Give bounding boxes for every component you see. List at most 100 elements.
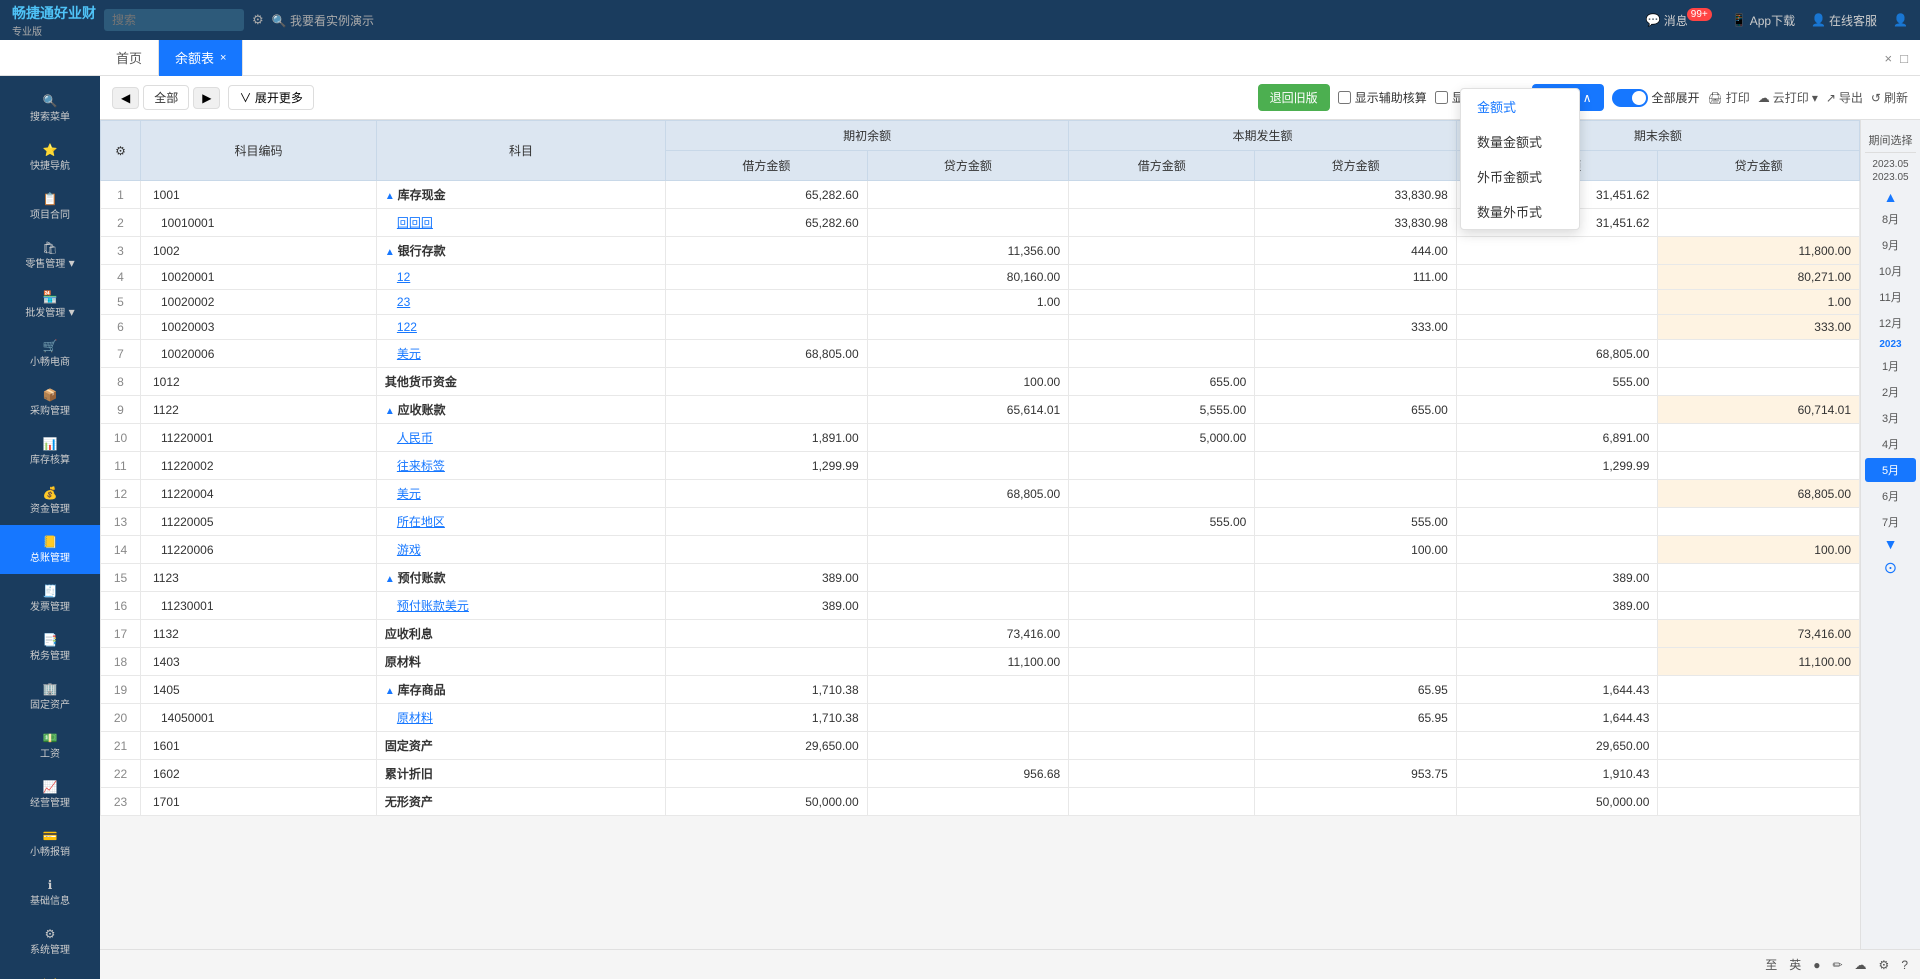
month-6[interactable]: 6月 xyxy=(1865,484,1916,508)
cell-credit-open xyxy=(867,704,1069,732)
cell-debit-open xyxy=(666,648,868,676)
expand-more-btn[interactable]: ∨ 展开更多 xyxy=(228,85,313,110)
cell-name[interactable]: 美元 xyxy=(376,480,665,508)
cell-code: 1122 xyxy=(141,396,377,424)
cell-debit-end: 1,299.99 xyxy=(1456,452,1658,480)
sidebar-item-enterprise[interactable]: 🤝企业协同 xyxy=(0,966,100,979)
sidebar-item-project[interactable]: 📋项目合同 xyxy=(0,182,100,231)
month-5[interactable]: 5月 xyxy=(1865,458,1916,482)
cell-debit-open xyxy=(666,368,868,396)
sidebar-item-system[interactable]: ⚙系统管理 xyxy=(0,917,100,966)
cell-debit-cur xyxy=(1069,181,1255,209)
sidebar-quick-nav[interactable]: ⭐快捷导航 xyxy=(0,133,100,182)
auxiliary-checkbox-label[interactable]: 显示辅助核算 xyxy=(1338,89,1427,106)
cloud-print-btn[interactable]: ☁ 云打印 ▾ xyxy=(1758,89,1818,106)
print-btn[interactable]: 🖨 打印 xyxy=(1708,89,1750,106)
nav-next-btn[interactable]: ▶ xyxy=(193,87,220,109)
sidebar-item-purchase[interactable]: 📦采购管理 xyxy=(0,378,100,427)
window-close-icon[interactable]: × xyxy=(1885,51,1893,66)
month-10[interactable]: 10月 xyxy=(1865,259,1916,283)
cell-name[interactable]: 回回回 xyxy=(376,209,665,237)
sidebar-item-salary[interactable]: 💵工资 xyxy=(0,721,100,770)
demo-link[interactable]: 🔍 我要看实例演示 xyxy=(272,12,374,29)
messages-btn[interactable]: 💬 消息 99+ xyxy=(1646,12,1716,29)
month-4[interactable]: 4月 xyxy=(1865,432,1916,456)
month-8[interactable]: 8月 xyxy=(1865,207,1916,231)
sidebar-item-tax[interactable]: 📑税务管理 xyxy=(0,623,100,672)
status-item-5[interactable]: ⚙ xyxy=(1879,958,1890,972)
cell-name[interactable]: 所在地区 xyxy=(376,508,665,536)
cell-name[interactable]: 预付账款美元 xyxy=(376,592,665,620)
cell-no: 7 xyxy=(101,340,141,368)
th-current-period: 本期发生额 xyxy=(1069,121,1457,151)
sidebar-item-ecommerce[interactable]: 🛒小畅电商 xyxy=(0,329,100,378)
dropdown-item-amount[interactable]: 金额式 xyxy=(1461,89,1579,124)
tab-close-icon[interactable]: × xyxy=(220,52,226,64)
cell-name[interactable]: 往来标签 xyxy=(376,452,665,480)
th-credit-open: 贷方金额 xyxy=(867,151,1069,181)
sidebar-item-assets[interactable]: 🏢固定资产 xyxy=(0,672,100,721)
auxiliary-checkbox[interactable] xyxy=(1338,91,1351,104)
status-item-3[interactable]: ✏ xyxy=(1832,958,1842,972)
window-maximize-icon[interactable]: □ xyxy=(1900,51,1908,66)
year-down-arrow[interactable]: ▼ xyxy=(1865,536,1916,552)
cell-name[interactable]: 人民币 xyxy=(376,424,665,452)
cell-credit-cur xyxy=(1255,290,1457,315)
month-11[interactable]: 11月 xyxy=(1865,285,1916,309)
month-12[interactable]: 12月 xyxy=(1865,311,1916,335)
cell-name[interactable]: 美元 xyxy=(376,340,665,368)
cell-name[interactable]: 12 xyxy=(376,265,665,290)
cell-debit-open xyxy=(666,396,868,424)
status-item-4[interactable]: ☁ xyxy=(1855,958,1867,972)
export-btn[interactable]: ↗ 导出 xyxy=(1826,89,1863,106)
year-up-arrow[interactable]: ▲ xyxy=(1865,189,1916,205)
cell-debit-end xyxy=(1456,396,1658,424)
status-item-1[interactable]: 英 xyxy=(1789,956,1801,973)
th-settings[interactable]: ⚙ xyxy=(101,121,141,181)
cell-name[interactable]: 游戏 xyxy=(376,536,665,564)
cell-name[interactable]: 23 xyxy=(376,290,665,315)
panel-collapse-btn[interactable]: ⊙ xyxy=(1884,558,1897,578)
sidebar-item-invoice[interactable]: 🧾发票管理 xyxy=(0,574,100,623)
dropdown-item-quantity-foreign[interactable]: 数量外币式 xyxy=(1461,194,1579,229)
annual-checkbox[interactable] xyxy=(1435,91,1448,104)
app-download-btn[interactable]: 📱 App下载 xyxy=(1732,12,1795,29)
sidebar-item-retail[interactable]: 🛍零售管理 ▾ xyxy=(0,231,100,280)
cell-debit-open xyxy=(666,508,868,536)
toggle-switch[interactable] xyxy=(1612,89,1648,107)
cell-name[interactable]: 122 xyxy=(376,315,665,340)
cell-name[interactable]: 原材料 xyxy=(376,704,665,732)
table-row: 18 1403 原材料 11,100.00 11,100.00 xyxy=(101,648,1860,676)
status-item-2[interactable]: ● xyxy=(1813,958,1820,972)
sidebar-item-expense[interactable]: 💳小畅报销 xyxy=(0,819,100,868)
table-row: 15 1123 ▲ 预付账款 389.00 389.00 xyxy=(101,564,1860,592)
sidebar-item-wholesale[interactable]: 🏪批发管理 ▾ xyxy=(0,280,100,329)
month-7[interactable]: 7月 xyxy=(1865,510,1916,534)
return-old-btn[interactable]: 退回旧版 xyxy=(1258,84,1330,111)
dropdown-item-quantity-amount[interactable]: 数量金额式 xyxy=(1461,124,1579,159)
sidebar-item-ledger[interactable]: 📒总账管理 xyxy=(0,525,100,574)
month-1[interactable]: 1月 xyxy=(1865,354,1916,378)
sidebar-item-basic-info[interactable]: ℹ基础信息 xyxy=(0,868,100,917)
month-3[interactable]: 3月 xyxy=(1865,406,1916,430)
sidebar-item-inventory[interactable]: 📊库存核算 xyxy=(0,427,100,476)
dropdown-item-foreign-amount[interactable]: 外币金额式 xyxy=(1461,159,1579,194)
online-service-btn[interactable]: 👤 在线客服 xyxy=(1811,12,1877,29)
month-9[interactable]: 9月 xyxy=(1865,233,1916,257)
month-2[interactable]: 2月 xyxy=(1865,380,1916,404)
cell-code: 10020001 xyxy=(141,265,377,290)
tab-balance[interactable]: 余额表 × xyxy=(159,40,243,76)
status-item-0[interactable]: 至 xyxy=(1765,956,1777,973)
tab-home[interactable]: 首页 xyxy=(100,40,159,76)
cell-debit-cur xyxy=(1069,237,1255,265)
sidebar-search[interactable]: 🔍搜索菜单 xyxy=(0,84,100,133)
sidebar-item-operation[interactable]: 📈经营管理 xyxy=(0,770,100,819)
top-search-input[interactable] xyxy=(104,9,244,31)
settings-icon[interactable]: ⚙ xyxy=(252,12,264,28)
user-avatar[interactable]: 👤 xyxy=(1893,13,1908,27)
sidebar-item-funds[interactable]: 💰资金管理 xyxy=(0,476,100,525)
expand-all-toggle[interactable]: 全部展开 xyxy=(1612,89,1700,107)
nav-prev-btn[interactable]: ◀ xyxy=(112,87,139,109)
refresh-btn[interactable]: ↺ 刷新 xyxy=(1871,89,1908,106)
status-item-6[interactable]: ? xyxy=(1901,958,1908,972)
